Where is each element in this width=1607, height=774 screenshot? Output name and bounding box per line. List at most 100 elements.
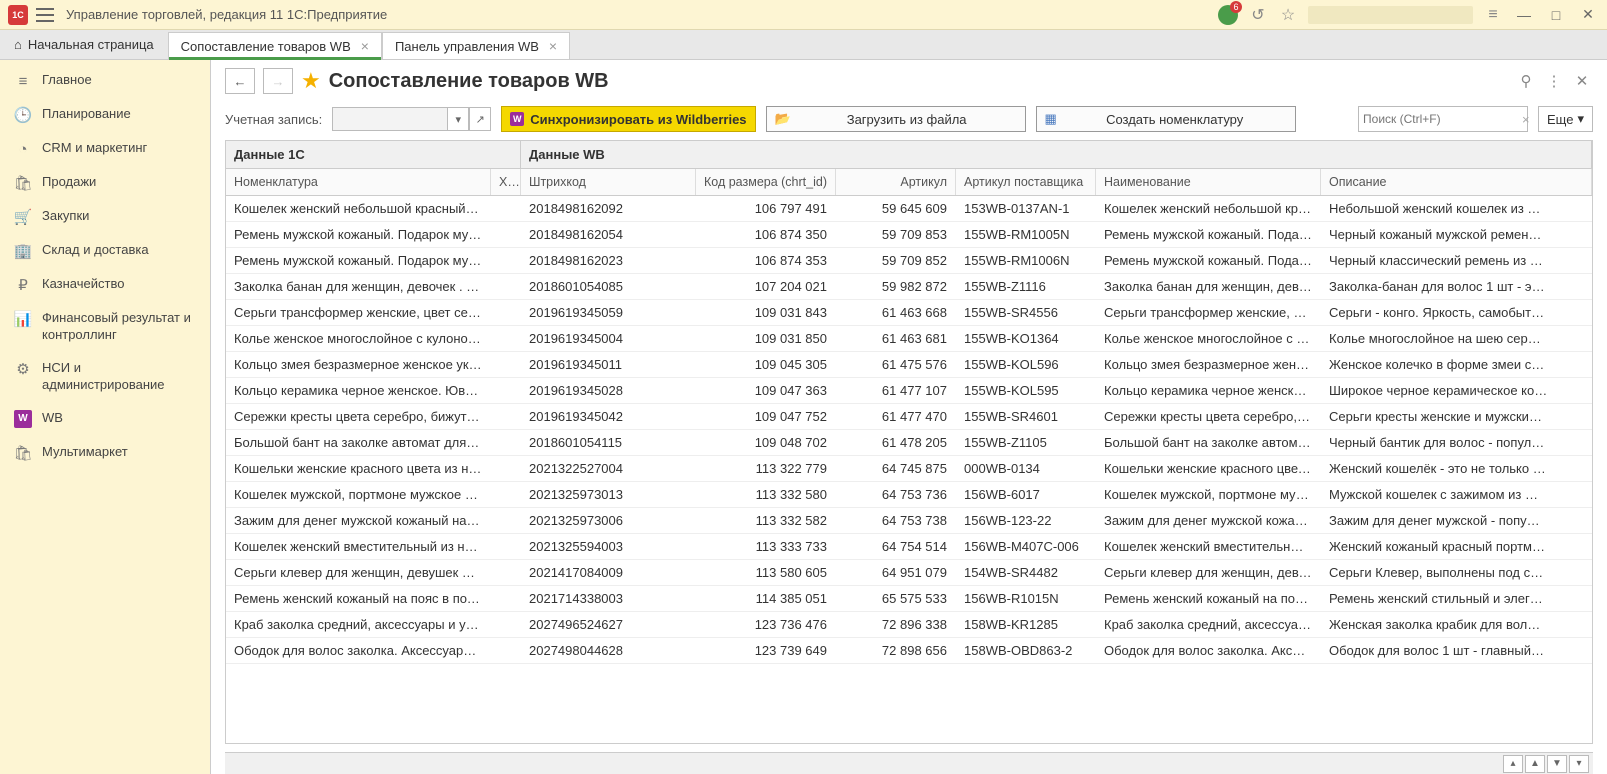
close-tab-icon[interactable]: × — [549, 38, 557, 54]
table-row[interactable]: Кошелек женский небольшой красный …20184… — [226, 196, 1592, 222]
home-tab[interactable]: ⌂ Начальная страница — [0, 30, 168, 59]
sidebar-item-label: Мультимаркет — [42, 444, 128, 461]
account-dropdown-button[interactable]: ▾ — [447, 107, 469, 131]
table-row[interactable]: Ремень женский кожаный на пояс в под…202… — [226, 586, 1592, 612]
col-nomenclature[interactable]: Номенклатура — [226, 169, 491, 195]
current-user[interactable] — [1308, 6, 1473, 24]
clear-search-icon[interactable]: × — [1518, 112, 1534, 127]
grid-body[interactable]: Кошелек женский небольшой красный …20184… — [226, 196, 1592, 743]
account-open-button[interactable]: ↗ — [469, 107, 491, 131]
cell-name: Заколка банан для женщин, дево… — [1096, 274, 1321, 299]
grid-footer: ▴ ▲ ▼ ▾ — [225, 752, 1593, 774]
table-row[interactable]: Краб заколка средний, аксессуары и ук…20… — [226, 612, 1592, 638]
sidebar-item[interactable]: ⚙НСИ и администрирование — [0, 352, 210, 402]
scroll-bottom-button[interactable]: ▾ — [1569, 755, 1589, 773]
cell-ha — [491, 508, 521, 533]
page-menu-icon[interactable]: ⋮ — [1543, 70, 1565, 92]
tab[interactable]: Панель управления WB× — [382, 32, 570, 59]
main-menu-icon[interactable] — [36, 8, 54, 22]
col-supplier-article[interactable]: Артикул поставщика — [956, 169, 1096, 195]
title-bar: Управление торговлей, редакция 11 1С:Пре… — [0, 0, 1607, 30]
cell-article: 61 463 668 — [836, 300, 956, 325]
more-button[interactable]: Еще ▾ — [1538, 106, 1593, 132]
settings-lines-icon[interactable]: ≡ — [1483, 5, 1503, 25]
sidebar-item-label: Продажи — [42, 174, 96, 191]
col-description[interactable]: Описание — [1321, 169, 1592, 195]
cell-name: Ободок для волос заколка. Аксе… — [1096, 638, 1321, 663]
scroll-down-button[interactable]: ▼ — [1547, 755, 1567, 773]
col-ha[interactable]: Ха — [491, 169, 521, 195]
cell-article: 64 951 079 — [836, 560, 956, 585]
table-row[interactable]: Заколка банан для женщин, девочек . А…20… — [226, 274, 1592, 300]
favorite-icon[interactable]: ☆ — [1278, 5, 1298, 25]
table-row[interactable]: Колье женское многослойное с кулоном…201… — [226, 326, 1592, 352]
sidebar-item[interactable]: 📊Финансовый результат и контроллинг — [0, 302, 210, 352]
close-tab-icon[interactable]: × — [361, 38, 369, 54]
link-icon[interactable]: ⚲ — [1515, 70, 1537, 92]
sidebar-item[interactable]: ₽Казначейство — [0, 268, 210, 302]
create-nomenclature-button[interactable]: ▦ Создать номенклатуру — [1036, 106, 1296, 132]
sidebar-item-label: Главное — [42, 72, 92, 89]
col-chrt-id[interactable]: Код размера (chrt_id) — [696, 169, 836, 195]
col-barcode[interactable]: Штрихкод — [521, 169, 696, 195]
table-row[interactable]: Ремень мужской кожаный. Подарок му…20184… — [226, 222, 1592, 248]
cell-nomenclature: Кошелек мужской, портмоне мужское и… — [226, 482, 491, 507]
search-box[interactable]: × — [1358, 106, 1528, 132]
account-input[interactable] — [332, 107, 447, 131]
table-row[interactable]: Большой бант на заколке автомат для ж…20… — [226, 430, 1592, 456]
cell-nomenclature: Кольцо керамика черное женское. Юве… — [226, 378, 491, 403]
sidebar-item[interactable]: ≡Главное — [0, 64, 210, 98]
sidebar-item[interactable]: 🛍 Мультимаркет — [0, 436, 210, 470]
col-article[interactable]: Артикул — [836, 169, 956, 195]
scroll-up-button[interactable]: ▲ — [1525, 755, 1545, 773]
table-row[interactable]: Зажим для денег мужской кожаный на …2021… — [226, 508, 1592, 534]
cell-article: 61 477 470 — [836, 404, 956, 429]
minimize-button[interactable]: — — [1513, 4, 1535, 26]
cell-desc: Женский кошелёк - это не только … — [1321, 456, 1592, 481]
cell-supplier: 155WB-KOL595 — [956, 378, 1096, 403]
table-row[interactable]: Кольцо керамика черное женское. Юве…2019… — [226, 378, 1592, 404]
cell-supplier: 155WB-KOL596 — [956, 352, 1096, 377]
cell-barcode: 2021325594003 — [521, 534, 696, 559]
cell-nomenclature: Краб заколка средний, аксессуары и ук… — [226, 612, 491, 637]
sync-wb-button[interactable]: W Синхронизировать из Wildberries — [501, 106, 755, 132]
table-row[interactable]: Ободок для волос заколка. Аксессуары…202… — [226, 638, 1592, 664]
table-row[interactable]: Кошельки женские красного цвета из на…20… — [226, 456, 1592, 482]
table-row[interactable]: Серьги клевер для женщин, девушек и …202… — [226, 560, 1592, 586]
cell-supplier: 158WB-OBD863-2 — [956, 638, 1096, 663]
table-row[interactable]: Ремень мужской кожаный. Подарок му…20184… — [226, 248, 1592, 274]
cell-ha — [491, 274, 521, 299]
data-grid: Данные 1С Данные WB Номенклатура Ха Штри… — [225, 140, 1593, 744]
sidebar-item[interactable]: ◔CRM и маркетинг — [0, 132, 210, 166]
star-icon[interactable]: ★ — [301, 68, 321, 94]
sidebar-item-label: Планирование — [42, 106, 131, 123]
sidebar-icon: 🛍 — [14, 444, 32, 462]
app-logo — [8, 5, 28, 25]
table-row[interactable]: Кошелек мужской, портмоне мужское и…2021… — [226, 482, 1592, 508]
sidebar-item[interactable]: 🕒Планирование — [0, 98, 210, 132]
page-close-icon[interactable]: ✕ — [1571, 70, 1593, 92]
tab[interactable]: Сопоставление товаров WB× — [168, 32, 382, 59]
sidebar-item[interactable]: 🛍Продажи — [0, 166, 210, 200]
table-row[interactable]: Кошелек женский вместительный из нат…202… — [226, 534, 1592, 560]
cell-chrt: 109 047 752 — [696, 404, 836, 429]
cell-name: Колье женское многослойное с к… — [1096, 326, 1321, 351]
table-row[interactable]: Кольцо змея безразмерное женское укр…201… — [226, 352, 1592, 378]
cell-supplier: 000WB-0134 — [956, 456, 1096, 481]
search-input[interactable] — [1363, 112, 1518, 126]
maximize-button[interactable]: □ — [1545, 4, 1567, 26]
notifications-icon[interactable] — [1218, 5, 1238, 25]
sidebar-item[interactable]: 🏢Склад и доставка — [0, 234, 210, 268]
nav-back-button[interactable]: ← — [225, 68, 255, 94]
history-icon[interactable]: ↺ — [1248, 5, 1268, 25]
sidebar-item[interactable]: WWB — [0, 402, 210, 436]
table-row[interactable]: Сережки кресты цвета серебро, бижутер…20… — [226, 404, 1592, 430]
sidebar-item[interactable]: 🛒Закупки — [0, 200, 210, 234]
cell-nomenclature: Серьги трансформер женские, цвет сер… — [226, 300, 491, 325]
close-window-button[interactable]: ✕ — [1577, 4, 1599, 26]
col-name[interactable]: Наименование — [1096, 169, 1321, 195]
load-from-file-button[interactable]: 📂 Загрузить из файла — [766, 106, 1026, 132]
table-row[interactable]: Серьги трансформер женские, цвет сер…201… — [226, 300, 1592, 326]
nav-forward-button[interactable]: → — [263, 68, 293, 94]
scroll-top-button[interactable]: ▴ — [1503, 755, 1523, 773]
